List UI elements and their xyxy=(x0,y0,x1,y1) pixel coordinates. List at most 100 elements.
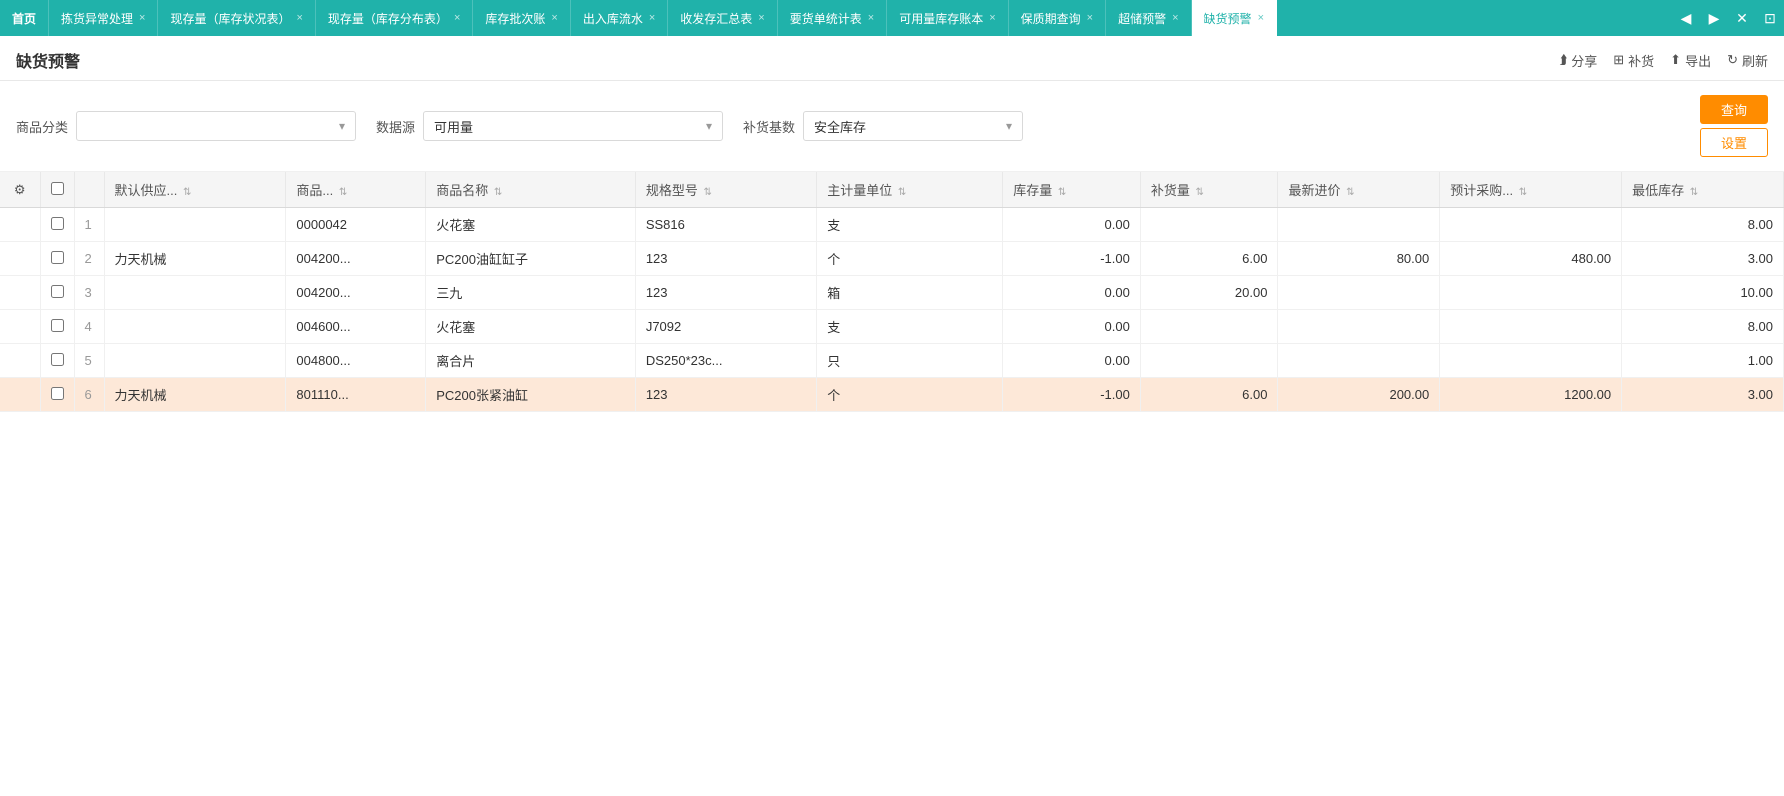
col-est-purchase[interactable]: 预计采购... ⇅ xyxy=(1440,172,1622,208)
unit-cell: 个 xyxy=(817,378,1003,412)
share-button[interactable]: ⮭ 分享 xyxy=(1560,51,1598,70)
nav-prev-btn[interactable]: ◀ xyxy=(1672,0,1700,36)
row-checkbox[interactable] xyxy=(51,217,64,230)
close-icon[interactable]: × xyxy=(139,12,145,24)
gear-icon[interactable]: ⚙ xyxy=(14,182,26,197)
table-row: 3 004200... 三九 123 箱 0.00 20.00 10.00 xyxy=(0,276,1784,310)
close-icon[interactable]: × xyxy=(454,12,460,24)
nav-tab-inventory-status[interactable]: 现存量（库存状况表） × xyxy=(158,0,315,36)
refresh-button[interactable]: ↻ 刷新 xyxy=(1727,51,1768,70)
settings-button[interactable]: 设置 xyxy=(1700,128,1768,157)
sort-icon: ⇅ xyxy=(494,187,502,198)
replenish-button[interactable]: ⊞ 补货 xyxy=(1613,51,1654,70)
chevron-down-icon: ▾ xyxy=(706,119,712,133)
sort-icon: ⇅ xyxy=(1519,187,1527,198)
replenish-qty-cell xyxy=(1140,208,1278,242)
filter-group-replenish-base: 补货基数 安全库存 ▾ xyxy=(743,111,1023,141)
close-icon[interactable]: × xyxy=(758,12,764,24)
col-stock[interactable]: 库存量 ⇅ xyxy=(1003,172,1141,208)
checkbox-cell[interactable] xyxy=(40,208,74,242)
nav-tab-overstock[interactable]: 超储预警 × xyxy=(1106,0,1191,36)
table-row: 4 004600... 火花塞 J7092 支 0.00 8.00 xyxy=(0,310,1784,344)
nav-expand-btn[interactable]: ⊡ xyxy=(1756,0,1784,36)
checkbox-cell[interactable] xyxy=(40,242,74,276)
row-checkbox[interactable] xyxy=(51,319,64,332)
col-label: 主计量单位 xyxy=(827,183,892,198)
col-spec[interactable]: 规格型号 ⇅ xyxy=(635,172,816,208)
col-default-supplier[interactable]: 默认供应... ⇅ xyxy=(104,172,286,208)
col-latest-price[interactable]: 最新进价 ⇅ xyxy=(1278,172,1440,208)
nav-tab-home[interactable]: 首页 xyxy=(0,0,49,36)
col-check[interactable] xyxy=(40,172,74,208)
col-label: 规格型号 xyxy=(646,183,698,198)
replenish-icon: ⊞ xyxy=(1613,52,1624,68)
col-label: 默认供应... xyxy=(115,183,178,198)
product-name-cell: 离合片 xyxy=(426,344,636,378)
col-replenish-qty[interactable]: 补货量 ⇅ xyxy=(1140,172,1278,208)
nav-tab-expiry-query[interactable]: 保质期查询 × xyxy=(1009,0,1106,36)
category-select[interactable]: ▾ xyxy=(76,111,356,141)
col-product-code[interactable]: 商品... ⇅ xyxy=(286,172,426,208)
export-button[interactable]: ⬆ 导出 xyxy=(1670,51,1711,70)
close-icon[interactable]: × xyxy=(551,12,557,24)
checkbox-cell[interactable] xyxy=(40,276,74,310)
sort-icon: ⇅ xyxy=(339,187,347,198)
nav-close-btn[interactable]: ✕ xyxy=(1728,0,1756,36)
row-checkbox[interactable] xyxy=(51,387,64,400)
nav-tab-shortage[interactable]: 缺货预警 × xyxy=(1192,0,1277,36)
query-button[interactable]: 查询 xyxy=(1700,95,1768,124)
col-product-name[interactable]: 商品名称 ⇅ xyxy=(426,172,636,208)
product-name-cell: 火花塞 xyxy=(426,310,636,344)
replenish-qty-cell xyxy=(1140,310,1278,344)
min-stock-cell: 8.00 xyxy=(1622,310,1784,344)
col-unit[interactable]: 主计量单位 ⇅ xyxy=(817,172,1003,208)
close-icon[interactable]: × xyxy=(649,12,655,24)
gear-cell xyxy=(0,310,40,344)
checkbox-cell[interactable] xyxy=(40,378,74,412)
row-num-cell: 6 xyxy=(74,378,104,412)
close-icon[interactable]: × xyxy=(296,12,302,24)
min-stock-cell: 1.00 xyxy=(1622,344,1784,378)
nav-tab-inventory-dist[interactable]: 现存量（库存分布表） × xyxy=(316,0,473,36)
page-container: 缺货预警 ⮭ 分享 ⊞ 补货 ⬆ 导出 ↻ 刷新 商品分类 xyxy=(0,36,1784,796)
close-icon[interactable]: × xyxy=(1258,12,1264,24)
close-icon[interactable]: × xyxy=(868,12,874,24)
nav-bar: 首页 拣货异常处理 × 现存量（库存状况表） × 现存量（库存分布表） × 库存… xyxy=(0,0,1784,36)
col-min-stock[interactable]: 最低库存 ⇅ xyxy=(1622,172,1784,208)
select-all-checkbox[interactable] xyxy=(51,182,64,195)
product-name-cell: 火花塞 xyxy=(426,208,636,242)
nav-tab-avail-ledger[interactable]: 可用量库存账本 × xyxy=(887,0,1008,36)
nav-tab-batch-account[interactable]: 库存批次账 × xyxy=(473,0,570,36)
close-icon[interactable]: × xyxy=(1172,12,1178,24)
nav-next-btn[interactable]: ▶ xyxy=(1700,0,1728,36)
est-purchase-cell xyxy=(1440,310,1622,344)
default-supplier-cell xyxy=(104,276,286,310)
close-icon[interactable]: × xyxy=(1087,12,1093,24)
sort-icon: ⇅ xyxy=(1346,187,1354,198)
replenish-base-label: 补货基数 xyxy=(743,117,795,136)
table-row: 5 004800... 离合片 DS250*23c... 只 0.00 1.00 xyxy=(0,344,1784,378)
col-gear[interactable]: ⚙ xyxy=(0,172,40,208)
datasource-select[interactable]: 可用量 ▾ xyxy=(423,111,723,141)
table-wrapper: ⚙ 默认供应... ⇅ 商品... ⇅ 商品名称 xyxy=(0,172,1784,412)
sort-icon: ⇅ xyxy=(1058,187,1066,198)
gear-cell xyxy=(0,378,40,412)
sort-icon: ⇅ xyxy=(183,187,191,198)
replenish-base-select[interactable]: 安全库存 ▾ xyxy=(803,111,1023,141)
row-checkbox[interactable] xyxy=(51,251,64,264)
close-icon[interactable]: × xyxy=(989,12,995,24)
nav-tab-order-stats[interactable]: 要货单统计表 × xyxy=(778,0,887,36)
nav-tab-recv-summary[interactable]: 收发存汇总表 × xyxy=(668,0,777,36)
checkbox-cell[interactable] xyxy=(40,310,74,344)
col-label: 最低库存 xyxy=(1632,183,1684,198)
spec-cell: 123 xyxy=(635,276,816,310)
share-icon: ⮭ xyxy=(1560,52,1568,68)
sort-icon: ⇅ xyxy=(703,187,711,198)
nav-tab-inout-flow[interactable]: 出入库流水 × xyxy=(571,0,668,36)
latest-price-cell xyxy=(1278,344,1440,378)
replenish-qty-cell xyxy=(1140,344,1278,378)
checkbox-cell[interactable] xyxy=(40,344,74,378)
nav-tab-defect-proc[interactable]: 拣货异常处理 × xyxy=(49,0,158,36)
row-checkbox[interactable] xyxy=(51,285,64,298)
row-checkbox[interactable] xyxy=(51,353,64,366)
